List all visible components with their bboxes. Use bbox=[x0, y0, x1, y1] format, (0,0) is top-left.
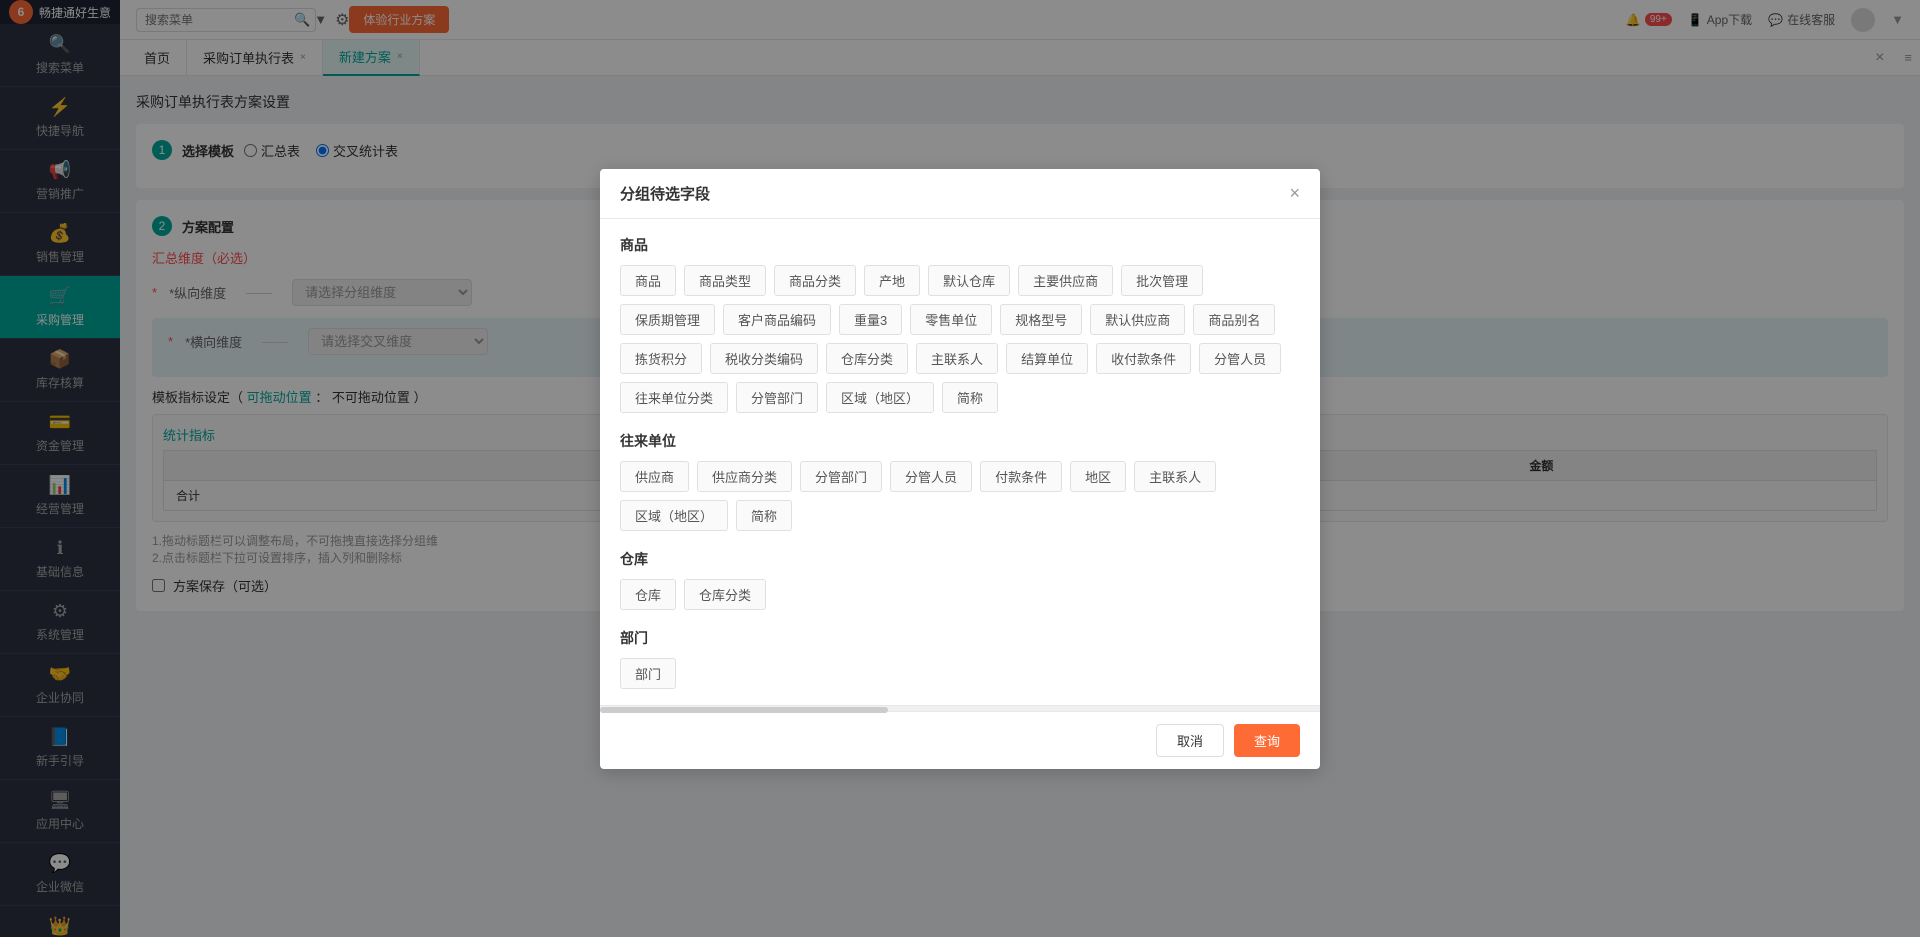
field-group-title-0: 商品 bbox=[620, 235, 1300, 255]
field-tag-0-20[interactable]: 分管人员 bbox=[1199, 343, 1281, 374]
field-tag-0-5[interactable]: 主要供应商 bbox=[1018, 265, 1113, 296]
field-tags-2: 仓库仓库分类 bbox=[620, 579, 1300, 610]
field-tag-1-4[interactable]: 付款条件 bbox=[980, 461, 1062, 492]
field-tag-0-2[interactable]: 商品分类 bbox=[774, 265, 856, 296]
field-tag-0-18[interactable]: 结算单位 bbox=[1006, 343, 1088, 374]
field-tag-0-17[interactable]: 主联系人 bbox=[916, 343, 998, 374]
field-tag-0-19[interactable]: 收付款条件 bbox=[1096, 343, 1191, 374]
field-tag-0-12[interactable]: 默认供应商 bbox=[1090, 304, 1185, 335]
field-tag-1-7[interactable]: 区域（地区） bbox=[620, 500, 728, 531]
field-tag-2-1[interactable]: 仓库分类 bbox=[684, 579, 766, 610]
modal-footer: 取消 查询 bbox=[600, 711, 1320, 769]
field-tag-0-4[interactable]: 默认仓库 bbox=[928, 265, 1010, 296]
field-tags-3: 部门 bbox=[620, 658, 1300, 689]
field-group-title-2: 仓库 bbox=[620, 549, 1300, 569]
modal-overlay: 分组待选字段 × 商品商品商品类型商品分类产地默认仓库主要供应商批次管理保质期管… bbox=[0, 0, 1920, 937]
field-tag-0-1[interactable]: 商品类型 bbox=[684, 265, 766, 296]
hscroll-thumb bbox=[600, 707, 888, 713]
modal-body[interactable]: 商品商品商品类型商品分类产地默认仓库主要供应商批次管理保质期管理客户商品编码重量… bbox=[600, 219, 1320, 705]
field-group-1: 往来单位供应商供应商分类分管部门分管人员付款条件地区主联系人区域（地区） 简称 bbox=[620, 431, 1300, 531]
field-tag-0-7[interactable]: 保质期管理 bbox=[620, 304, 715, 335]
field-tag-0-22[interactable]: 分管部门 bbox=[736, 382, 818, 413]
field-tag-1-8[interactable]: 简称 bbox=[736, 500, 792, 531]
field-tag-1-5[interactable]: 地区 bbox=[1070, 461, 1126, 492]
cancel-button[interactable]: 取消 bbox=[1156, 724, 1224, 757]
field-tag-1-2[interactable]: 分管部门 bbox=[800, 461, 882, 492]
modal-header: 分组待选字段 × bbox=[600, 169, 1320, 219]
field-tag-1-3[interactable]: 分管人员 bbox=[890, 461, 972, 492]
field-tags-1: 供应商供应商分类分管部门分管人员付款条件地区主联系人区域（地区） 简称 bbox=[620, 461, 1300, 531]
confirm-button[interactable]: 查询 bbox=[1234, 724, 1300, 757]
field-tags-0: 商品商品类型商品分类产地默认仓库主要供应商批次管理保质期管理客户商品编码重量3 零… bbox=[620, 265, 1300, 413]
field-group-2: 仓库仓库仓库分类 bbox=[620, 549, 1300, 610]
field-tag-1-1[interactable]: 供应商分类 bbox=[697, 461, 792, 492]
field-tag-3-0[interactable]: 部门 bbox=[620, 658, 676, 689]
field-tag-0-11[interactable]: 规格型号 bbox=[1000, 304, 1082, 335]
modal-horizontal-scrollbar[interactable] bbox=[600, 705, 1320, 711]
field-tag-0-23[interactable]: 区域（地区） bbox=[826, 382, 934, 413]
field-tag-2-0[interactable]: 仓库 bbox=[620, 579, 676, 610]
field-tag-0-14[interactable]: 拣货积分 bbox=[620, 343, 702, 374]
field-group-0: 商品商品商品类型商品分类产地默认仓库主要供应商批次管理保质期管理客户商品编码重量… bbox=[620, 235, 1300, 413]
modal: 分组待选字段 × 商品商品商品类型商品分类产地默认仓库主要供应商批次管理保质期管… bbox=[600, 169, 1320, 769]
field-tag-0-21[interactable]: 往来单位分类 bbox=[620, 382, 728, 413]
field-tag-0-6[interactable]: 批次管理 bbox=[1121, 265, 1203, 296]
field-tag-0-16[interactable]: 仓库分类 bbox=[826, 343, 908, 374]
field-tag-0-8[interactable]: 客户商品编码 bbox=[723, 304, 831, 335]
field-tag-0-0[interactable]: 商品 bbox=[620, 265, 676, 296]
field-tag-0-10[interactable]: 零售单位 bbox=[910, 304, 992, 335]
field-group-title-3: 部门 bbox=[620, 628, 1300, 648]
field-tag-0-24[interactable]: 简称 bbox=[942, 382, 998, 413]
field-group-3: 部门部门 bbox=[620, 628, 1300, 689]
modal-title: 分组待选字段 bbox=[620, 183, 710, 204]
field-tag-0-15[interactable]: 税收分类编码 bbox=[710, 343, 818, 374]
field-tag-0-13[interactable]: 商品别名 bbox=[1193, 304, 1275, 335]
field-group-title-1: 往来单位 bbox=[620, 431, 1300, 451]
field-tag-1-6[interactable]: 主联系人 bbox=[1134, 461, 1216, 492]
field-tag-1-0[interactable]: 供应商 bbox=[620, 461, 689, 492]
modal-close-btn[interactable]: × bbox=[1289, 183, 1300, 204]
field-tag-0-3[interactable]: 产地 bbox=[864, 265, 920, 296]
field-tag-0-9[interactable]: 重量3 bbox=[839, 304, 902, 335]
